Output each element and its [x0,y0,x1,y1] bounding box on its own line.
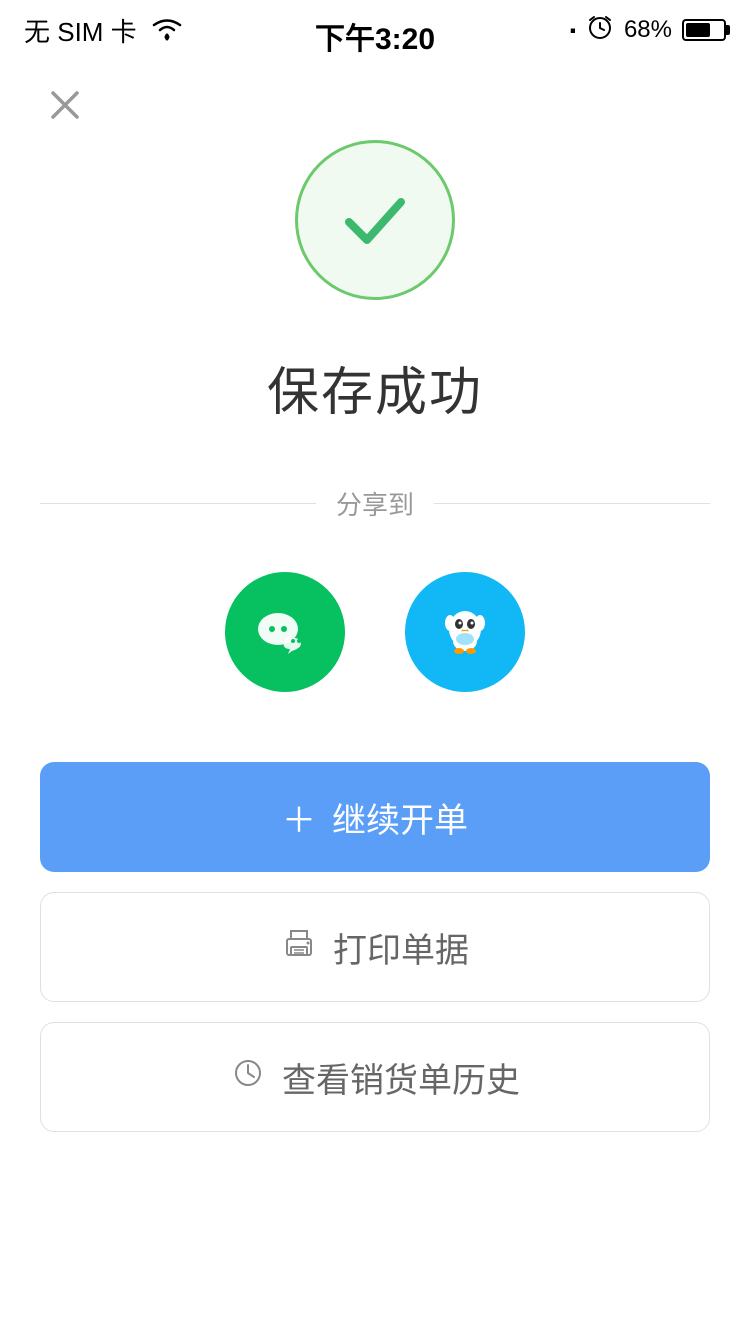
wifi-icon [149,13,185,48]
main-content: 保存成功 分享到 [0,60,750,1172]
print-icon [281,925,317,970]
qq-icon [430,597,500,667]
battery-text: 68% [624,16,672,44]
close-icon [47,87,83,123]
share-icons-container [225,572,525,692]
print-label: 打印单据 [333,923,469,972]
history-icon [230,1055,266,1100]
location-icon: ⬝ [570,17,576,43]
battery-icon [682,19,726,41]
print-button[interactable]: 打印单据 [40,892,710,1002]
history-label: 查看销货单历史 [282,1053,520,1102]
share-divider: 分享到 [40,485,710,522]
alarm-icon [586,13,614,48]
divider-left [40,503,316,504]
carrier-text: 无 SIM 卡 [24,12,137,49]
divider-right [434,503,710,504]
status-right: ⬝ 68% [570,13,726,48]
continue-label: 继续开单 [332,793,468,842]
history-button[interactable]: 查看销货单历史 [40,1022,710,1132]
wechat-share-button[interactable] [225,572,345,692]
continue-button[interactable]: ＋ 继续开单 [40,762,710,872]
success-icon-circle [295,140,455,300]
checkmark-icon [335,180,415,260]
share-label: 分享到 [336,485,414,522]
action-buttons: ＋ 继续开单 打印单据 [40,762,710,1132]
success-title: 保存成功 [267,350,483,425]
status-time: 下午3:20 [315,14,435,58]
close-button[interactable] [40,80,90,130]
plus-icon: ＋ [282,793,316,842]
status-bar: 无 SIM 卡 下午3:20 ⬝ 68% [0,0,750,60]
qq-share-button[interactable] [405,572,525,692]
status-left: 无 SIM 卡 [24,12,185,49]
wechat-icon [250,597,320,667]
